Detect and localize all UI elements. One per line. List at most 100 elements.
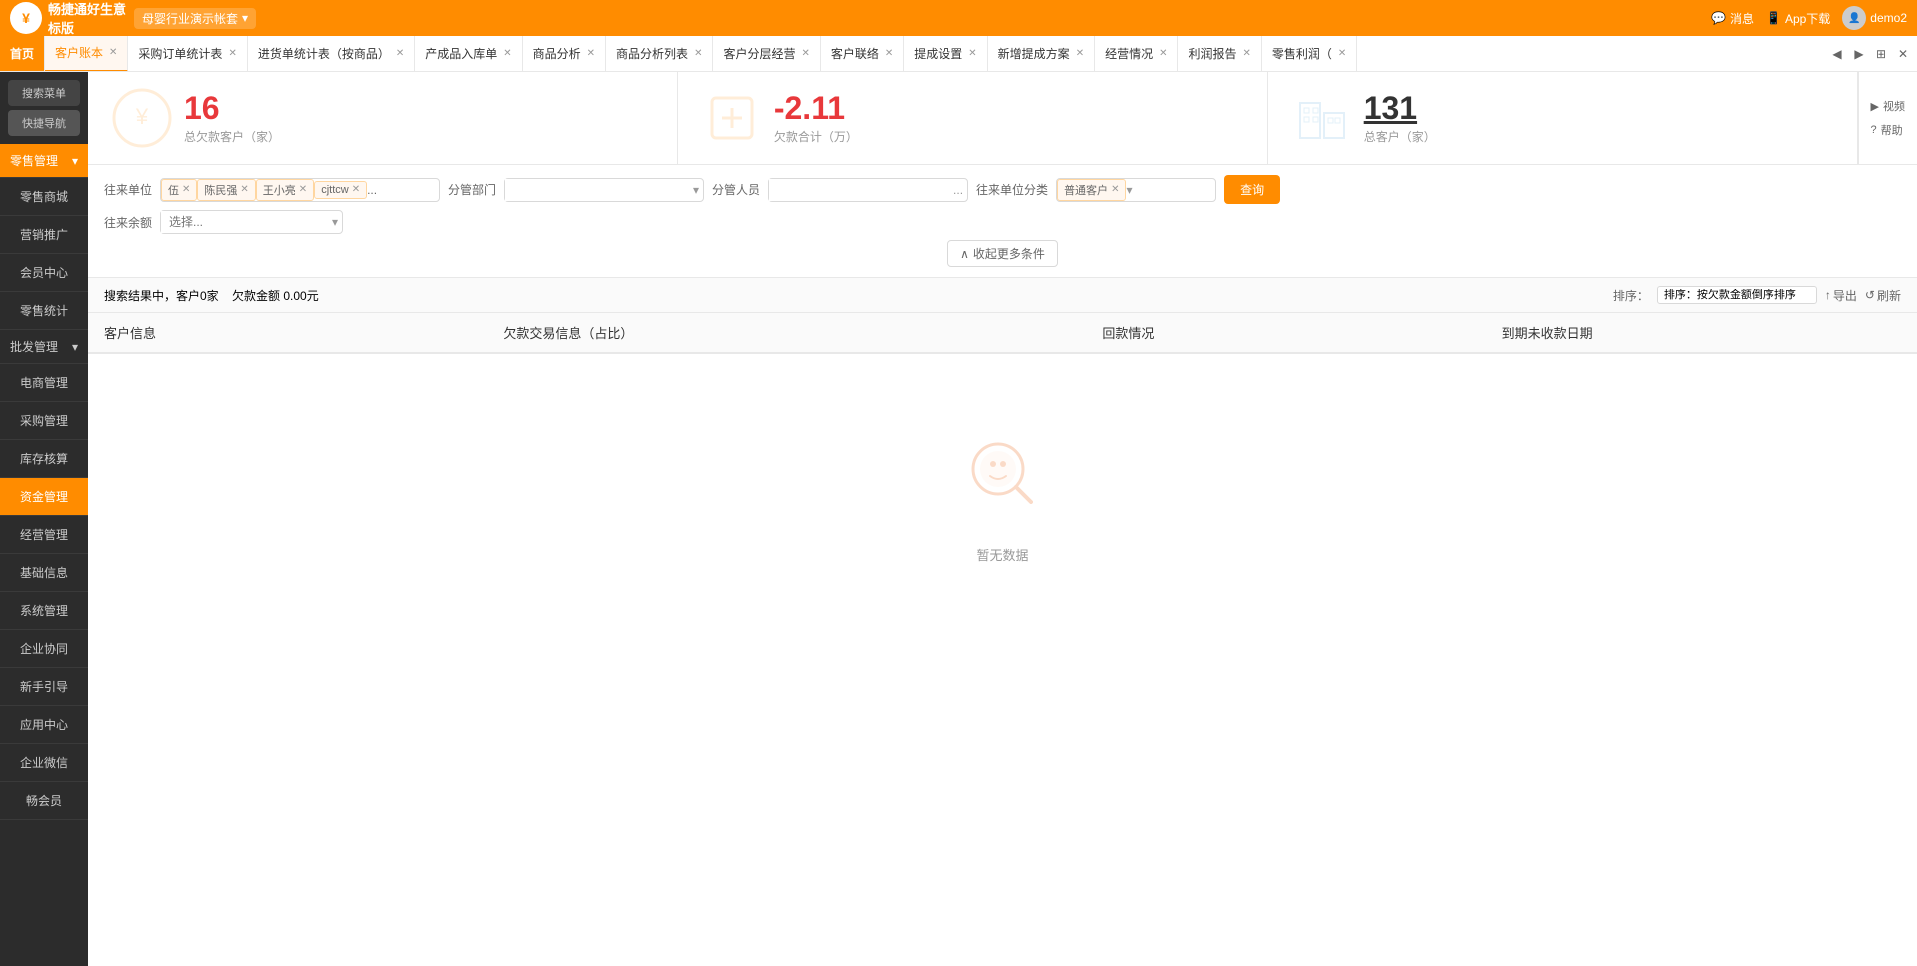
sidebar-top: 搜索菜单 快捷导航 [0,72,88,144]
help-btn[interactable]: ? 帮助 [1871,122,1905,138]
filter-tag-wang: 王小亮 ✕ [256,179,314,201]
remove-customer-type[interactable]: ✕ [1111,184,1119,195]
tab-customer-segments[interactable]: 客户分层经营 ✕ [713,36,820,72]
nav-close-all-icon[interactable]: ✕ [1893,44,1913,64]
message-icon: 💬 [1711,11,1726,25]
arrears-label: 欠款合计（万） [774,128,858,145]
person-dots-icon[interactable]: ... [953,183,963,197]
video-btn[interactable]: ▶ 视频 [1871,98,1905,114]
sidebar-item-system[interactable]: 系统管理 [0,592,88,630]
sidebar-item-ecommerce[interactable]: 电商管理 [0,364,88,402]
remove-tag-chen[interactable]: ✕ [240,184,248,195]
balance-input[interactable] [161,211,332,233]
tab-customer-contact[interactable]: 客户联络 ✕ [821,36,904,72]
chevron-icon: ▾ [72,340,78,354]
close-icon[interactable]: ✕ [587,48,595,59]
help-icon: ? [1871,124,1877,136]
sidebar-item-member-center[interactable]: 会员中心 [0,254,88,292]
close-icon[interactable]: ✕ [109,47,117,58]
dept-filter-label: 分管部门 [448,181,496,198]
balance-dropdown-icon[interactable]: ▾ [332,215,338,229]
filter-tag-cj: cjttcw ✕ [314,181,367,199]
person-input[interactable] [769,179,949,201]
stat-total-customers2: 131 总客户（家） [1268,72,1858,164]
sidebar-item-retail-mall[interactable]: 零售商城 [0,178,88,216]
tab-product-analysis-list[interactable]: 商品分析列表 ✕ [606,36,713,72]
search-menu-button[interactable]: 搜索菜单 [8,80,80,106]
user-menu[interactable]: 👤 demo2 [1842,6,1907,30]
person-filter-input[interactable]: ... [768,178,968,202]
top-bar-right: 💬 消息 📱 App下载 👤 demo2 [1711,6,1907,30]
nav-expand-icon[interactable]: ⊞ [1871,44,1891,64]
dept-dropdown-icon[interactable]: ▾ [693,183,699,197]
unit-filter-input[interactable]: 伍 ✕ 陈民强 ✕ 王小亮 ✕ cjttcw ✕ [160,178,440,202]
export-btn[interactable]: ↑ 导出 [1825,287,1857,304]
filter-more-tags[interactable]: ... [367,183,377,197]
dept-filter-input[interactable]: ▾ [504,178,704,202]
refresh-btn[interactable]: ↺ 刷新 [1865,287,1901,304]
tab-retail-profit[interactable]: 零售利润（ ✕ [1262,36,1357,72]
app-download-btn[interactable]: 📱 App下载 [1766,10,1830,27]
play-icon: ▶ [1871,100,1879,113]
close-icon[interactable]: ✕ [1243,48,1251,59]
account-selector[interactable]: 母婴行业演示帐套 ▾ [134,8,256,29]
sidebar-item-new-guide[interactable]: 新手引导 [0,668,88,706]
remove-tag-wang[interactable]: ✕ [299,184,307,195]
filter-row-1: 往来单位 伍 ✕ 陈民强 ✕ 王小亮 ✕ [104,175,1901,204]
close-icon[interactable]: ✕ [1076,48,1084,59]
dept-input[interactable] [505,179,693,201]
close-icon[interactable]: ✕ [801,48,809,59]
results-bar: 搜索结果中，客户0家 欠款金额 0.00元 排序： 排序：按欠款金额倒序排序 ↑… [88,278,1917,313]
sidebar-item-vip[interactable]: 畅会员 [0,782,88,820]
query-button[interactable]: 查询 [1224,175,1280,204]
tab-purchase-orders[interactable]: 采购订单统计表 ✕ [128,36,247,72]
tab-purchase-stats[interactable]: 进货单统计表（按商品） ✕ [248,36,415,72]
refresh-icon: ↺ [1865,288,1875,302]
sidebar-item-enterprise-collab[interactable]: 企业协同 [0,630,88,668]
sidebar-item-enterprise-wechat[interactable]: 企业微信 [0,744,88,782]
tab-promotion-settings[interactable]: 提成设置 ✕ [904,36,987,72]
sidebar-item-app-center[interactable]: 应用中心 [0,706,88,744]
stats-actions: ▶ 视频 ? 帮助 [1858,72,1917,164]
total-customers-value: 16 [184,92,280,124]
content-area: ¥ 16 总欠款客户（家） [88,72,1917,966]
nav-prev-arrow[interactable]: ◀ [1827,44,1847,64]
tab-operations[interactable]: 经营情况 ✕ [1095,36,1178,72]
close-icon[interactable]: ✕ [228,48,236,59]
sidebar-item-wholesale-mgmt[interactable]: 批发管理 ▾ [0,330,88,364]
close-icon[interactable]: ✕ [1338,48,1346,59]
close-icon[interactable]: ✕ [1159,48,1167,59]
balance-filter-input[interactable]: ▾ [160,210,343,234]
chevron-down-icon: ▾ [242,11,248,25]
filter-row-2: 往来余额 ▾ [104,210,1901,234]
tab-accounts[interactable]: 客户账本 ✕ [45,36,128,72]
close-icon[interactable]: ✕ [968,48,976,59]
sidebar-item-finance[interactable]: 资金管理 [0,478,88,516]
tab-product-analysis[interactable]: 商品分析 ✕ [523,36,606,72]
unit-class-dropdown-icon[interactable]: ▾ [1126,183,1132,197]
unit-class-label: 往来单位分类 [976,181,1048,198]
close-icon[interactable]: ✕ [503,48,511,59]
remove-tag-wu[interactable]: ✕ [182,184,190,195]
sidebar-item-marketing[interactable]: 营销推广 [0,216,88,254]
tab-home[interactable]: 首页 [0,36,45,72]
unit-class-input[interactable]: 普通客户 ✕ ▾ [1056,178,1216,202]
close-icon[interactable]: ✕ [885,48,893,59]
sidebar-item-ops[interactable]: 经营管理 [0,516,88,554]
tab-new-promotion[interactable]: 新增提成方案 ✕ [988,36,1095,72]
sidebar-item-basic-info[interactable]: 基础信息 [0,554,88,592]
sidebar-item-retail-stats[interactable]: 零售统计 [0,292,88,330]
sort-select[interactable]: 排序：按欠款金额倒序排序 [1657,286,1817,304]
tab-cost-entry[interactable]: 产成品入库单 ✕ [415,36,522,72]
close-icon[interactable]: ✕ [396,48,404,59]
sidebar-item-inventory[interactable]: 库存核算 [0,440,88,478]
nav-next-arrow[interactable]: ▶ [1849,44,1869,64]
sidebar-item-purchase[interactable]: 采购管理 [0,402,88,440]
remove-tag-cj[interactable]: ✕ [352,184,360,195]
close-icon[interactable]: ✕ [694,48,702,59]
quick-nav-button[interactable]: 快捷导航 [8,110,80,136]
sidebar-item-retail-mgmt[interactable]: 零售管理 ▾ [0,144,88,178]
collapse-button[interactable]: ∧ 收起更多条件 [947,240,1058,267]
message-btn[interactable]: 💬 消息 [1711,10,1754,27]
tab-profit-report[interactable]: 利润报告 ✕ [1178,36,1261,72]
